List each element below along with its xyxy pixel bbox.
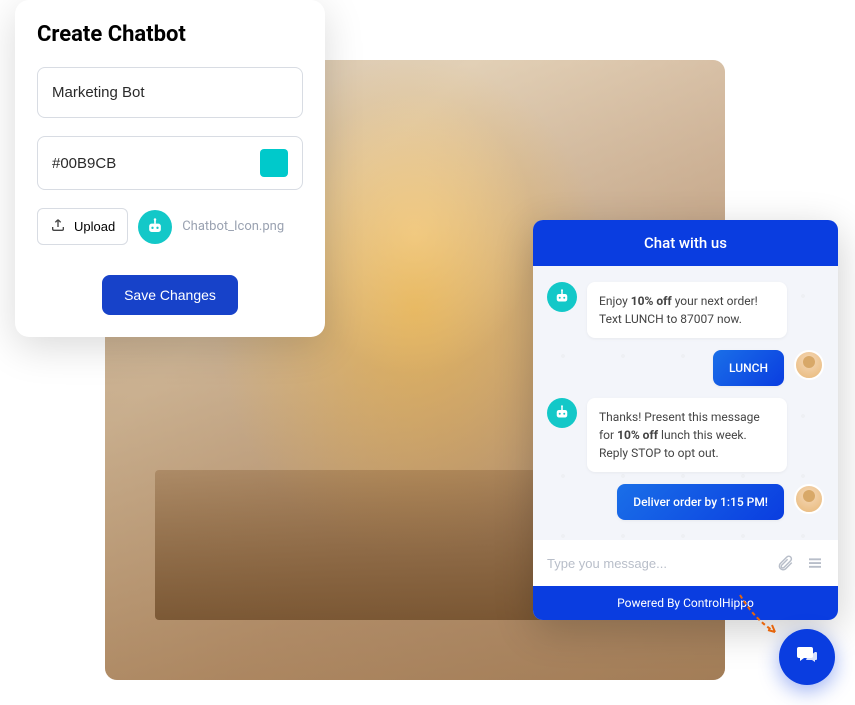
bot-avatar-icon — [547, 282, 577, 312]
chat-message-input[interactable] — [547, 556, 764, 571]
uploaded-filename: Chatbot_Icon.png — [182, 219, 284, 234]
upload-icon — [50, 217, 66, 236]
attachment-icon[interactable] — [776, 554, 794, 572]
upload-row: Upload Chatbot_Icon.png — [37, 208, 303, 245]
chat-input-row — [533, 540, 838, 586]
menu-icon[interactable] — [806, 554, 824, 572]
message-row: Thanks! Present this message for 10% off… — [547, 398, 824, 472]
message-row: Deliver order by 1:15 PM! — [547, 484, 824, 520]
user-message: Deliver order by 1:15 PM! — [617, 484, 784, 520]
user-message: LUNCH — [713, 350, 784, 386]
color-hex-input[interactable] — [52, 155, 260, 172]
message-row: LUNCH — [547, 350, 824, 386]
message-row: Enjoy 10% off your next order! Text LUNC… — [547, 282, 824, 338]
chat-footer: Powered By ControlHippo — [533, 586, 838, 620]
color-input-row[interactable] — [37, 136, 303, 190]
bot-icon-preview — [138, 210, 172, 244]
save-button[interactable]: Save Changes — [102, 275, 238, 315]
chat-launcher-button[interactable] — [779, 629, 835, 685]
user-avatar-icon — [794, 484, 824, 514]
color-swatch[interactable] — [260, 149, 288, 177]
panel-title: Create Chatbot — [37, 22, 303, 47]
pointer-arrow-icon — [735, 590, 785, 640]
chatbot-name-input[interactable] — [37, 67, 303, 118]
user-avatar-icon — [794, 350, 824, 380]
chat-bubble-icon — [795, 643, 819, 671]
chat-widget: Chat with us Enjoy 10% off your next ord… — [533, 220, 838, 620]
create-chatbot-panel: Create Chatbot Upload Chatbot_Icon.png S… — [15, 0, 325, 337]
chat-header: Chat with us — [533, 220, 838, 266]
bot-message: Enjoy 10% off your next order! Text LUNC… — [587, 282, 787, 338]
upload-label: Upload — [74, 219, 115, 234]
bot-avatar-icon — [547, 398, 577, 428]
upload-button[interactable]: Upload — [37, 208, 128, 245]
chat-body: Enjoy 10% off your next order! Text LUNC… — [533, 266, 838, 540]
bot-message: Thanks! Present this message for 10% off… — [587, 398, 787, 472]
